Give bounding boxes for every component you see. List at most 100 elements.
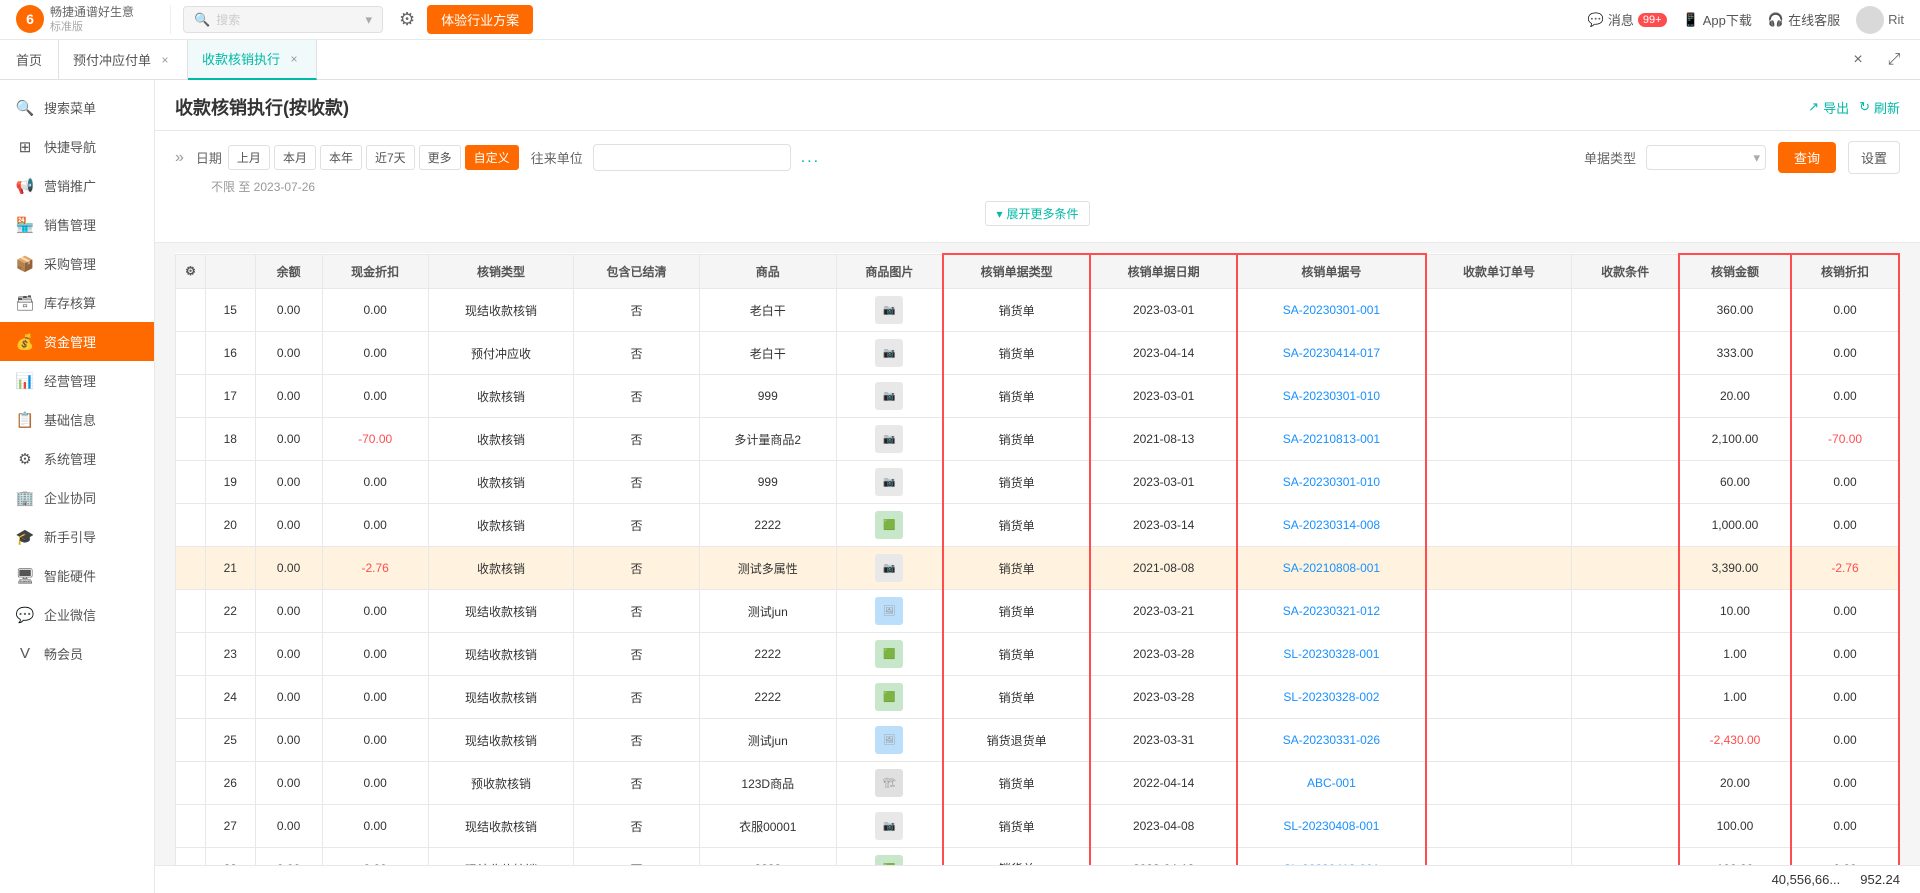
bill-no-link[interactable]: SA-20230301-010 bbox=[1283, 475, 1380, 489]
td-settings bbox=[176, 547, 206, 590]
app-download-button[interactable]: 📱 App下载 bbox=[1683, 10, 1752, 29]
goods-image: 🏗 bbox=[875, 769, 903, 797]
sidebar-item-inventory[interactable]: 🗃 库存核算 bbox=[0, 283, 154, 322]
bill-no-link[interactable]: SA-20230331-026 bbox=[1283, 733, 1380, 747]
tab-maximize-icon[interactable]: ⤢ bbox=[1880, 46, 1908, 74]
sidebar-item-system[interactable]: ⚙系统管理 bbox=[0, 439, 154, 478]
td-balance: 0.00 bbox=[255, 547, 322, 590]
td-settings bbox=[176, 590, 206, 633]
bill-no-link[interactable]: SA-20210813-001 bbox=[1283, 432, 1380, 446]
td-bill-no: SA-20210813-001 bbox=[1237, 418, 1426, 461]
td-balance: 0.00 bbox=[255, 590, 322, 633]
td-writeoff-discount: 0.00 bbox=[1791, 590, 1899, 633]
tab-writeoff[interactable]: 收款核销执行 × bbox=[188, 40, 317, 80]
goods-image: 🖼 bbox=[875, 726, 903, 754]
sidebar-item-hardware[interactable]: 🖥智能硬件 bbox=[0, 556, 154, 595]
th-row-num bbox=[206, 254, 256, 289]
bill-type-select[interactable] bbox=[1646, 145, 1766, 170]
sidebar-label-operations: 经营管理 bbox=[44, 371, 96, 390]
table-header: ⚙ 余额 现金折扣 核销类型 包含已结清 商品 商品图片 核销单据类型 核销单据… bbox=[176, 254, 1900, 289]
td-include-settled: 否 bbox=[574, 418, 700, 461]
bill-no-link[interactable]: SA-20230321-012 bbox=[1283, 604, 1380, 618]
more-date-btn[interactable]: 更多 bbox=[419, 145, 461, 170]
sidebar-label-sales: 销售管理 bbox=[44, 215, 96, 234]
td-bill-type: 销货单 bbox=[943, 590, 1090, 633]
bill-no-link[interactable]: SA-20210808-001 bbox=[1283, 561, 1380, 575]
td-receipt-order-no bbox=[1426, 461, 1572, 504]
sidebar: 🔍搜索菜单⊞快捷导航📢营销推广🏪销售管理📦采购管理 🗃 库存核算 💰资金管理📊经营管理… bbox=[0, 80, 155, 893]
custom-date-btn[interactable]: 自定义 bbox=[465, 145, 519, 170]
bill-no-link[interactable]: ABC-001 bbox=[1307, 776, 1356, 790]
sidebar-label-inventory: 库存核算 bbox=[44, 293, 96, 312]
sidebar-item-wechat[interactable]: 💬企业微信 bbox=[0, 595, 154, 634]
tab-writeoff-close[interactable]: × bbox=[286, 51, 302, 67]
query-button[interactable]: 查询 bbox=[1778, 142, 1836, 173]
bill-no-link[interactable]: SA-20230301-010 bbox=[1283, 389, 1380, 403]
td-bill-no: SA-20230331-026 bbox=[1237, 719, 1426, 762]
sidebar-item-purchase[interactable]: 📦采购管理 bbox=[0, 244, 154, 283]
sidebar-item-search-menu[interactable]: 🔍搜索菜单 bbox=[0, 88, 154, 127]
td-writeoff-type: 收款核销 bbox=[428, 418, 573, 461]
td-cash-discount: -70.00 bbox=[322, 418, 428, 461]
sidebar-item-enterprise[interactable]: 🏢企业协同 bbox=[0, 478, 154, 517]
sidebar-item-guide[interactable]: 🎓新手引导 bbox=[0, 517, 154, 556]
bill-no-link[interactable]: SA-20230414-017 bbox=[1283, 346, 1380, 360]
bill-no-link[interactable]: SL-20230328-001 bbox=[1283, 647, 1379, 661]
expand-conditions-button[interactable]: ▾ 展开更多条件 bbox=[985, 201, 1089, 226]
sidebar-item-basic-info[interactable]: 📋基础信息 bbox=[0, 400, 154, 439]
headset-icon: 🎧 bbox=[1768, 12, 1784, 28]
td-writeoff-discount: -2.76 bbox=[1791, 547, 1899, 590]
tab-home[interactable]: 首页 bbox=[0, 40, 59, 80]
td-writeoff-discount: 0.00 bbox=[1791, 504, 1899, 547]
this-month-btn[interactable]: 本月 bbox=[274, 145, 316, 170]
top-bar-right: 💬 消息 99+ 📱 App下载 🎧 在线客服 Rit bbox=[1588, 6, 1904, 34]
sidebar-item-marketing[interactable]: 📢营销推广 bbox=[0, 166, 154, 205]
message-button[interactable]: 💬 消息 99+ bbox=[1588, 10, 1667, 29]
sidebar-item-finance[interactable]: 💰资金管理 bbox=[0, 322, 154, 361]
search-icon: 🔍 bbox=[194, 12, 210, 28]
sidebar-item-quick-nav[interactable]: ⊞快捷导航 bbox=[0, 127, 154, 166]
online-service-button[interactable]: 🎧 在线客服 bbox=[1768, 10, 1840, 29]
goods-image-placeholder: 📷 bbox=[875, 339, 903, 367]
th-writeoff-type: 核销类型 bbox=[428, 254, 573, 289]
tab-prepay-close[interactable]: × bbox=[157, 52, 173, 68]
gear-icon[interactable]: ⚙ bbox=[399, 9, 415, 30]
bill-no-link[interactable]: SL-20230408-001 bbox=[1283, 819, 1379, 833]
th-settings[interactable]: ⚙ bbox=[176, 254, 206, 289]
td-bill-date: 2023-03-21 bbox=[1090, 590, 1237, 633]
td-goods-image: 📷 bbox=[836, 461, 943, 504]
top-search-box[interactable]: 🔍 搜索 ▾ bbox=[183, 6, 383, 33]
counterparty-input[interactable] bbox=[593, 144, 791, 171]
sidebar-icon-finance: 💰 bbox=[16, 333, 34, 351]
bill-no-link[interactable]: SA-20230314-008 bbox=[1283, 518, 1380, 532]
td-writeoff-type: 现结收款核销 bbox=[428, 289, 573, 332]
refresh-button[interactable]: ↻ 刷新 bbox=[1859, 98, 1900, 117]
tab-prepay[interactable]: 预付冲应付单 × bbox=[59, 40, 188, 80]
td-bill-no: SL-20230328-002 bbox=[1237, 676, 1426, 719]
industry-solution-button[interactable]: 体验行业方案 bbox=[427, 5, 533, 34]
sidebar-icon-inventory: 🗃 bbox=[16, 294, 34, 312]
td-balance: 0.00 bbox=[255, 375, 322, 418]
sidebar-item-operations[interactable]: 📊经营管理 bbox=[0, 361, 154, 400]
td-receipt-order-no bbox=[1426, 332, 1572, 375]
last7days-btn[interactable]: 近7天 bbox=[366, 145, 415, 170]
bill-no-link[interactable]: SA-20230301-001 bbox=[1283, 303, 1380, 317]
sidebar-item-sales[interactable]: 🏪销售管理 bbox=[0, 205, 154, 244]
counterparty-ellipsis[interactable]: ... bbox=[801, 149, 820, 167]
user-profile[interactable]: Rit bbox=[1856, 6, 1904, 34]
export-button[interactable]: ↗ 导出 bbox=[1808, 98, 1849, 117]
td-writeoff-discount: 0.00 bbox=[1791, 805, 1899, 848]
bill-no-link[interactable]: SL-20230328-002 bbox=[1283, 690, 1379, 704]
this-year-btn[interactable]: 本年 bbox=[320, 145, 362, 170]
td-bill-date: 2023-03-14 bbox=[1090, 504, 1237, 547]
filter-collapse-icon[interactable]: » bbox=[175, 149, 184, 167]
tab-close-window-icon[interactable]: × bbox=[1844, 46, 1872, 74]
td-bill-no: SL-20230328-001 bbox=[1237, 633, 1426, 676]
td-goods-image: 🟩 bbox=[836, 633, 943, 676]
td-receipt-order-no bbox=[1426, 418, 1572, 461]
table-row: 23 0.00 0.00 现结收款核销 否 2222 🟩 销货单 2023-03… bbox=[176, 633, 1900, 676]
settings-button[interactable]: 设置 bbox=[1848, 141, 1900, 174]
last-month-btn[interactable]: 上月 bbox=[228, 145, 270, 170]
sidebar-item-vip[interactable]: V畅会员 bbox=[0, 634, 154, 673]
td-goods-image: 🖼 bbox=[836, 719, 943, 762]
